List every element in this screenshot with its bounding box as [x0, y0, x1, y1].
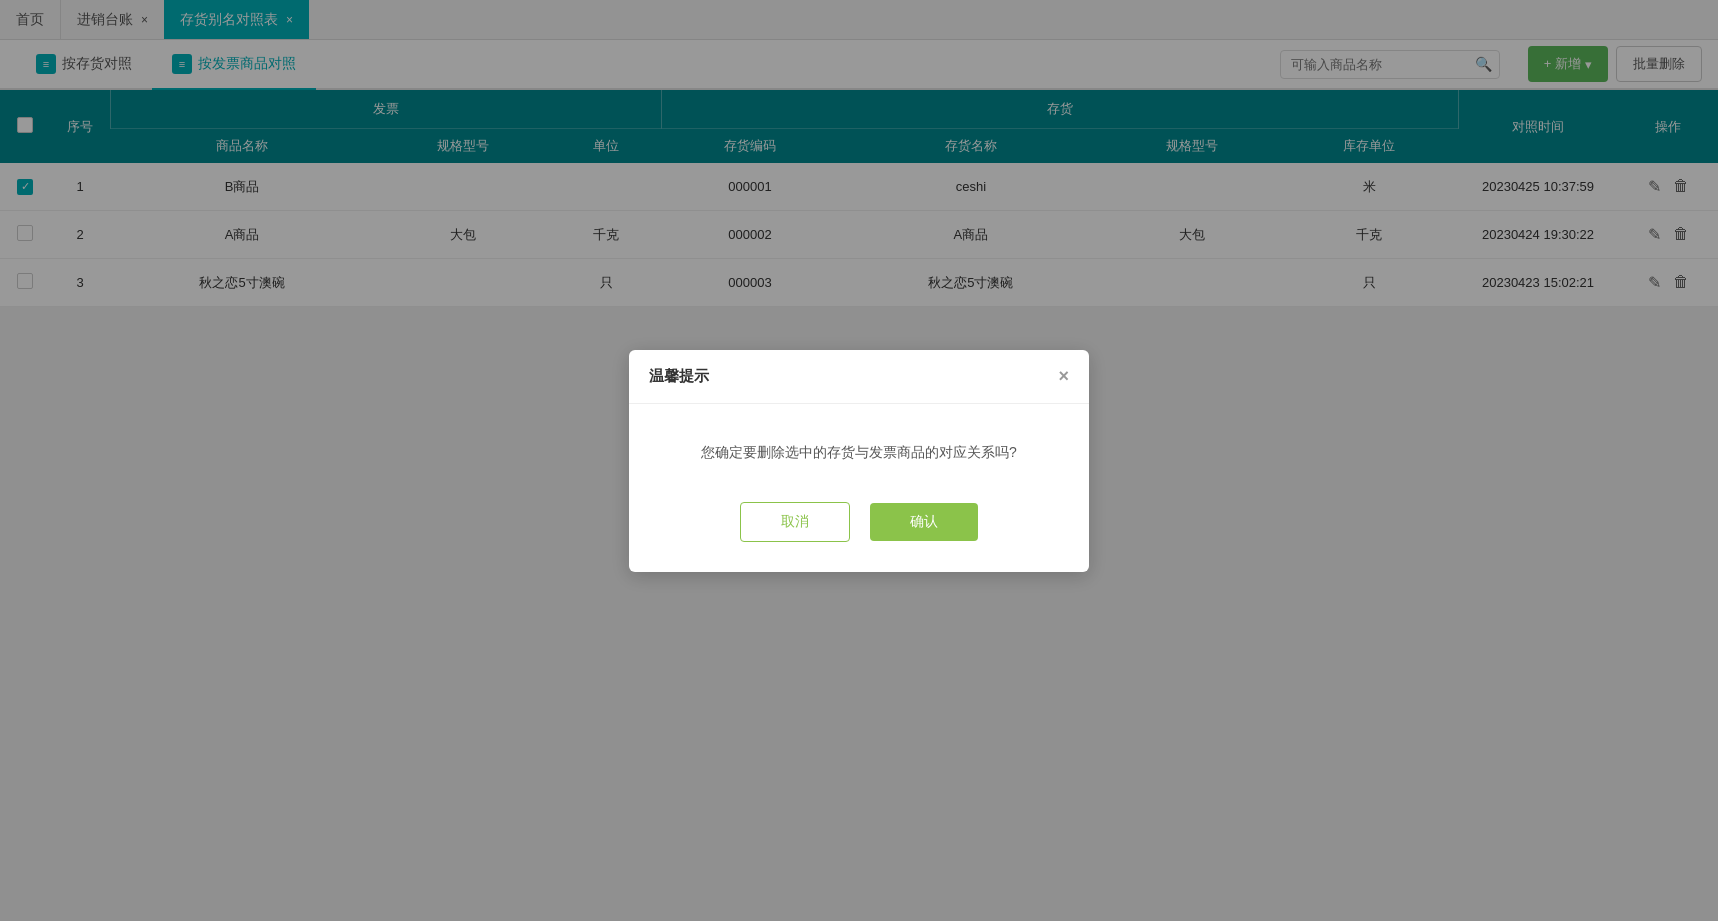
modal-overlay: 温馨提示 × 您确定要删除选中的存货与发票商品的对应关系吗? 取消 确认	[0, 0, 1718, 307]
